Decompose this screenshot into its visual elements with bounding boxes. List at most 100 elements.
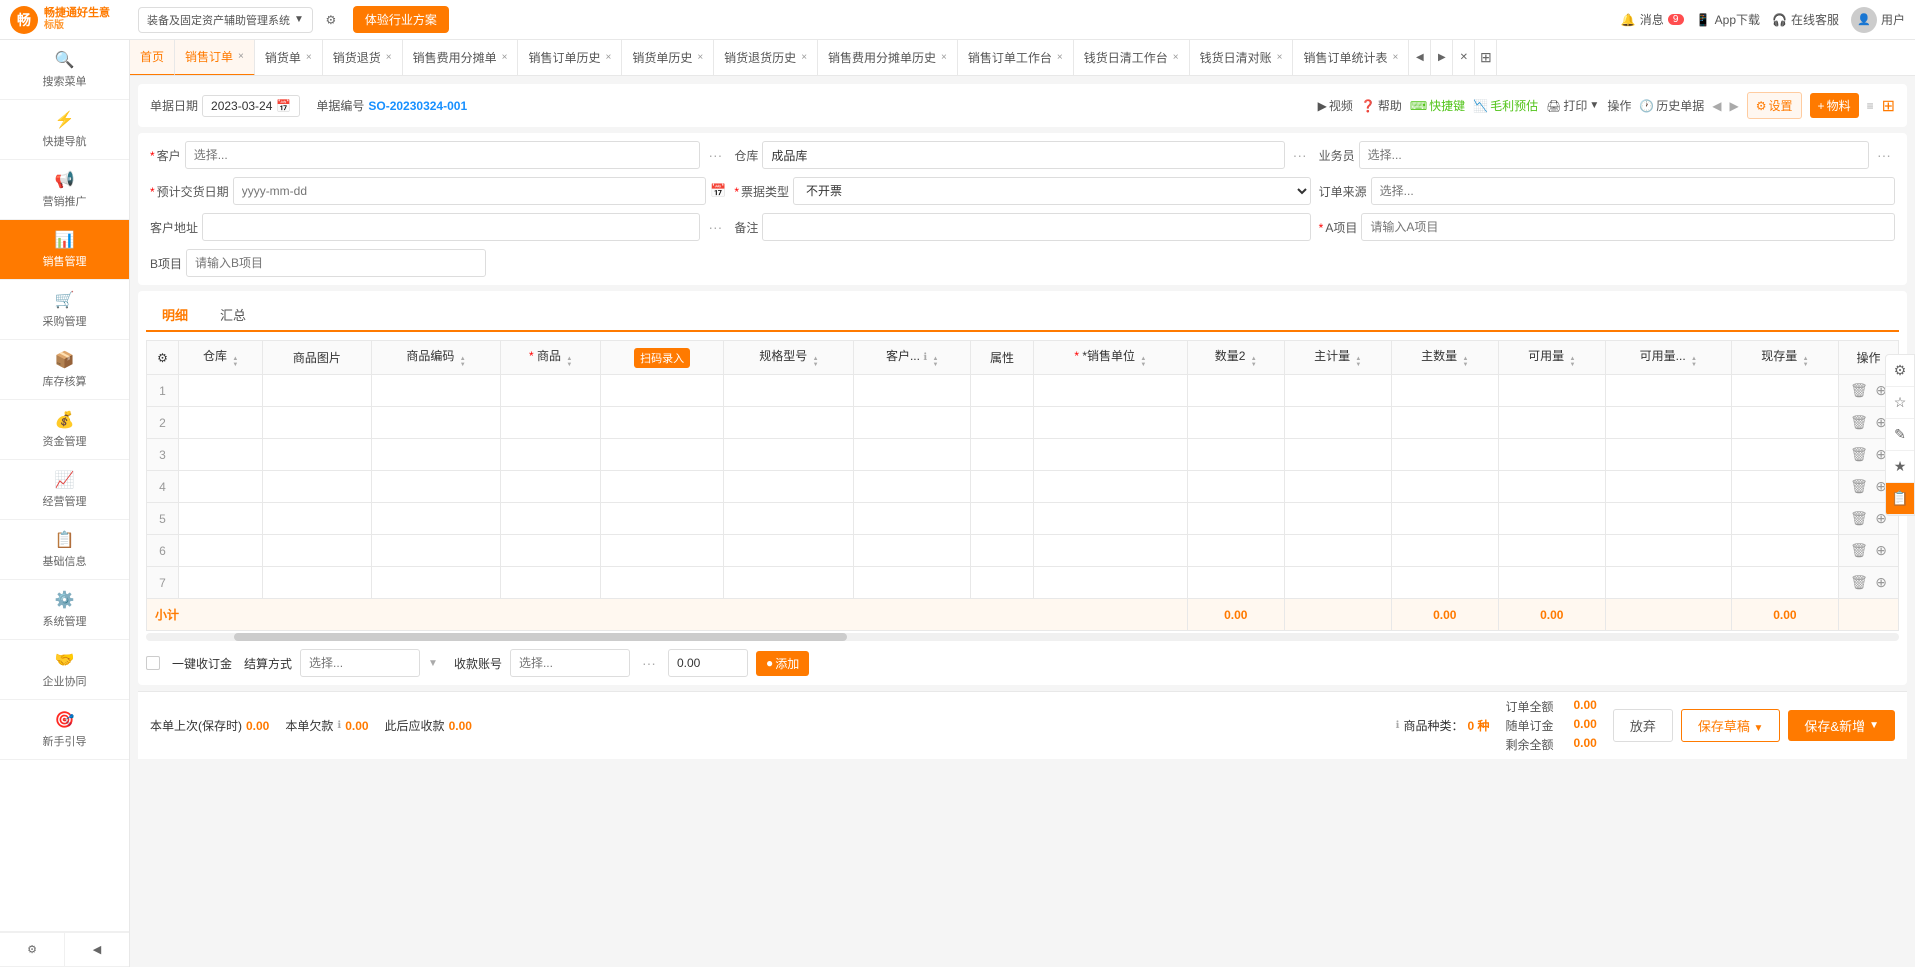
date-value[interactable]: 2023-03-24 📅 [202, 95, 300, 117]
row3-qty2[interactable] [1187, 439, 1284, 471]
row2-product-code[interactable] [371, 407, 501, 439]
project-b-input[interactable] [186, 249, 486, 277]
row4-sales-unit[interactable] [1033, 471, 1187, 503]
tab-sales-expense-split[interactable]: 销售费用分摊单 × [403, 40, 519, 76]
customer-ref-sort-icon[interactable]: ▲▼ [932, 356, 938, 368]
row4-qty2[interactable] [1187, 471, 1284, 503]
row2-product[interactable] [501, 407, 600, 439]
row1-sales-unit[interactable] [1033, 375, 1187, 407]
add-payment-btn[interactable]: ● 添加 [756, 651, 809, 676]
row3-warehouse[interactable] [179, 439, 263, 471]
sales-unit-sort-icon[interactable]: ▲▼ [1140, 356, 1146, 368]
shortcut-btn[interactable]: ⌨ 快捷键 [1410, 97, 1465, 114]
avail-more-sort-icon[interactable]: ▲▼ [1691, 356, 1697, 368]
detail-tab[interactable]: 明细 [146, 299, 204, 332]
qty2-sort-icon[interactable]: ▲▼ [1251, 356, 1257, 368]
customer-address-input[interactable] [202, 213, 700, 241]
sidebar-item-marketing[interactable]: 📢 营销推广 [0, 160, 129, 220]
row6-avail-more[interactable] [1605, 535, 1731, 567]
grid-view-btn[interactable]: ≡ [1867, 99, 1874, 113]
next-record-btn[interactable]: ▶ [1730, 99, 1739, 113]
main-qty-sort-icon[interactable]: ▲▼ [1462, 356, 1468, 368]
payment-method-chevron-icon[interactable]: ▼ [428, 658, 438, 669]
row5-stock[interactable] [1731, 503, 1838, 535]
avail-qty-sort-icon[interactable]: ▲▼ [1569, 356, 1575, 368]
row2-qty2[interactable] [1187, 407, 1284, 439]
operations-btn[interactable]: 操作 [1607, 97, 1631, 114]
row7-attributes[interactable] [971, 567, 1034, 599]
row4-attributes[interactable] [971, 471, 1034, 503]
row6-customer-ref[interactable] [854, 535, 971, 567]
tab-sales-order[interactable]: 销售订单 × [175, 40, 255, 76]
history-btn[interactable]: 🕐 历史单据 [1639, 97, 1704, 114]
right-float-clipboard[interactable]: 📋 [1886, 483, 1914, 515]
row4-customer-ref[interactable] [854, 471, 971, 503]
row1-product[interactable] [501, 375, 600, 407]
row5-product-image[interactable] [263, 503, 371, 535]
row1-customer-ref[interactable] [854, 375, 971, 407]
row4-product[interactable] [501, 471, 600, 503]
row2-main-unit[interactable] [1284, 407, 1391, 439]
tab-sales-stats-close[interactable]: × [1392, 52, 1398, 63]
row3-customer-ref[interactable] [854, 439, 971, 471]
scan-input-btn[interactable]: 扫码录入 [634, 348, 690, 368]
row3-avail-qty[interactable] [1498, 439, 1605, 471]
sidebar-item-sys-manage[interactable]: ⚙️ 系统管理 [0, 580, 129, 640]
row6-spec[interactable] [724, 535, 854, 567]
row3-stock[interactable] [1731, 439, 1838, 471]
row5-sales-unit[interactable] [1033, 503, 1187, 535]
right-float-favorite[interactable]: ★ [1886, 451, 1914, 483]
table-scrollbar[interactable] [146, 633, 1899, 641]
one-click-checkbox[interactable] [146, 656, 160, 670]
sidebar-item-search[interactable]: 🔍 搜索菜单 [0, 40, 129, 100]
product-code-sort-icon[interactable]: ▲▼ [460, 356, 466, 368]
row4-delete-btn[interactable]: 🗑 [1848, 476, 1870, 496]
tab-cash-daily-reconcile[interactable]: 钱货日清对账 × [1190, 40, 1294, 76]
online-service-item[interactable]: 🎧 在线客服 [1772, 11, 1839, 28]
row5-product-code[interactable] [371, 503, 501, 535]
row5-avail-qty[interactable] [1498, 503, 1605, 535]
row6-main-qty[interactable] [1391, 535, 1498, 567]
payment-method-input[interactable] [300, 649, 420, 677]
tab-sales-order-close[interactable]: × [238, 51, 244, 62]
row6-product-image[interactable] [263, 535, 371, 567]
row3-product-image[interactable] [263, 439, 371, 471]
tab-sales-expense-split-close[interactable]: × [502, 52, 508, 63]
row7-stock[interactable] [1731, 567, 1838, 599]
row2-avail-more[interactable] [1605, 407, 1731, 439]
setup-button[interactable]: ⚙ 设置 [1747, 92, 1802, 119]
customer-dots-btn[interactable]: ··· [704, 147, 726, 163]
row3-main-qty[interactable] [1391, 439, 1498, 471]
invoice-type-select[interactable]: 不开票 普通发票 专用发票 [793, 177, 1311, 205]
row6-qty2[interactable] [1187, 535, 1284, 567]
row2-stock[interactable] [1731, 407, 1838, 439]
system-selector[interactable]: 装备及固定资产辅助管理系统 ▼ [138, 7, 313, 33]
sidebar-item-basic-info[interactable]: 📋 基础信息 [0, 520, 129, 580]
row1-attributes[interactable] [971, 375, 1034, 407]
row5-main-qty[interactable] [1391, 503, 1498, 535]
summary-tab[interactable]: 汇总 [204, 299, 262, 332]
tab-sales-credit-history[interactable]: 销货单历史 × [622, 40, 714, 76]
sidebar-item-finance[interactable]: 💰 资金管理 [0, 400, 129, 460]
remark-input[interactable] [762, 213, 1310, 241]
row1-product-code[interactable] [371, 375, 501, 407]
tab-nav-next[interactable]: ▶ [1431, 40, 1453, 76]
stock-sort-icon[interactable]: ▲▼ [1803, 356, 1809, 368]
row7-avail-qty[interactable] [1498, 567, 1605, 599]
row3-product[interactable] [501, 439, 600, 471]
row4-main-qty[interactable] [1391, 471, 1498, 503]
user-item[interactable]: 👤 用户 [1851, 7, 1905, 33]
row1-spec[interactable] [724, 375, 854, 407]
row4-main-unit[interactable] [1284, 471, 1391, 503]
warehouse-sort-icon[interactable]: ▲▼ [232, 356, 238, 368]
sidebar-item-quick-nav[interactable]: ⚡ 快捷导航 [0, 100, 129, 160]
print-btn[interactable]: 🖨 打印 ▼ [1546, 97, 1599, 114]
row1-stock[interactable] [1731, 375, 1838, 407]
delivery-date-input[interactable] [233, 177, 706, 205]
tab-sales-order-history-close[interactable]: × [605, 52, 611, 63]
row3-main-unit[interactable] [1284, 439, 1391, 471]
row2-attributes[interactable] [971, 407, 1034, 439]
row4-avail-qty[interactable] [1498, 471, 1605, 503]
app-download-item[interactable]: 📱 App下载 [1696, 11, 1760, 28]
row4-spec[interactable] [724, 471, 854, 503]
